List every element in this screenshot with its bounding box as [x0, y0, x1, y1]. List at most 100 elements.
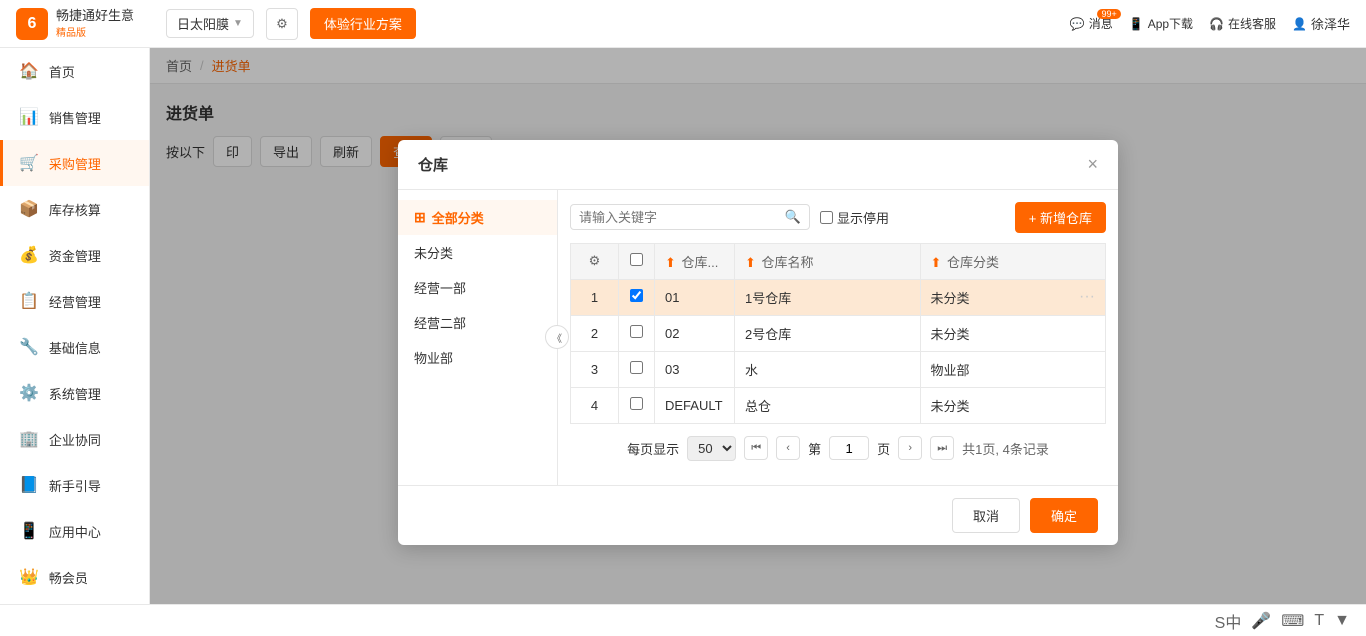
- search-icon: 🔍: [785, 209, 801, 225]
- modal-footer: 取消 确定: [398, 485, 1118, 545]
- table-row[interactable]: 2 02 2号仓库 未分类: [571, 315, 1106, 351]
- sidebar-item-enterprise[interactable]: 🏢 企业协同: [0, 416, 149, 462]
- purchase-icon: 🛒: [19, 153, 39, 173]
- app-icon: 📱: [19, 521, 39, 541]
- row-checkbox[interactable]: [630, 325, 643, 338]
- cat-item-property[interactable]: 物业部: [398, 340, 557, 375]
- row-num: 3: [571, 351, 619, 387]
- sort-name-icon: ⬆: [745, 255, 756, 270]
- row-checkbox-cell: [619, 279, 655, 315]
- sales-icon: 📊: [19, 107, 39, 127]
- finance-icon: 💰: [19, 245, 39, 265]
- row-code: DEFAULT: [655, 387, 735, 423]
- guide-icon: 📘: [19, 475, 39, 495]
- member-icon: 👑: [19, 567, 39, 587]
- operations-icon: 📋: [19, 291, 39, 311]
- modal-title: 仓库: [418, 154, 448, 175]
- page-size-select[interactable]: 50: [687, 436, 736, 461]
- dropdown-arrow-icon: ▼: [233, 18, 243, 29]
- row-checkbox-cell: [619, 387, 655, 423]
- table-row[interactable]: 4 DEFAULT 总仓 未分类: [571, 387, 1106, 423]
- page-number-input[interactable]: [829, 436, 869, 460]
- cat-item-ops1[interactable]: 经营一部: [398, 270, 557, 305]
- row-actions[interactable]: ···: [1079, 288, 1095, 306]
- grid-icon: ⊞: [414, 209, 426, 226]
- bottom-bar: S中 🎤 ⌨ T ▼: [0, 604, 1366, 636]
- user-profile[interactable]: 👤 徐泽华: [1292, 14, 1350, 33]
- sort-cat-icon: ⬆: [931, 255, 942, 270]
- row-checkbox-cell: [619, 351, 655, 387]
- cancel-button[interactable]: 取消: [952, 498, 1020, 533]
- app-download-button[interactable]: 📱 App下载: [1129, 15, 1193, 32]
- table-container: ⚙ ⬆ 仓库...: [570, 243, 1106, 424]
- row-num: 4: [571, 387, 619, 423]
- font-icon[interactable]: T: [1314, 612, 1324, 630]
- inventory-icon: 📦: [19, 199, 39, 219]
- home-icon: 🏠: [19, 61, 39, 81]
- first-page-button[interactable]: ⏮: [744, 436, 768, 460]
- settings-gear-icon[interactable]: ⚙: [266, 8, 298, 40]
- row-checkbox-cell: [619, 315, 655, 351]
- messages-button[interactable]: 💬 消息 99+: [1070, 15, 1113, 32]
- sidebar-item-purchase[interactable]: 🛒 采购管理: [0, 140, 149, 186]
- modal-body: ⊞ 全部分类 未分类 经营一部 经营二部 物业部 《: [398, 190, 1118, 485]
- online-service-button[interactable]: 🎧 在线客服: [1209, 15, 1276, 32]
- sidebar-item-system[interactable]: ⚙️ 系统管理: [0, 370, 149, 416]
- modal-header: 仓库 ×: [398, 140, 1118, 190]
- search-input[interactable]: [579, 210, 785, 225]
- category-sidebar: ⊞ 全部分类 未分类 经营一部 经营二部 物业部 《: [398, 190, 558, 485]
- arrow-down-icon[interactable]: ▼: [1334, 612, 1350, 630]
- system-icon: ⚙️: [19, 383, 39, 403]
- all-categories[interactable]: ⊞ 全部分类: [398, 200, 557, 235]
- show-disabled-label[interactable]: 显示停用: [820, 208, 889, 227]
- sidebar-item-operations[interactable]: 📋 经营管理: [0, 278, 149, 324]
- search-input-wrap: 🔍: [570, 204, 810, 230]
- select-all-checkbox[interactable]: [630, 253, 643, 266]
- collapse-sidebar-button[interactable]: 《: [545, 325, 569, 349]
- col-header-num: ⚙: [571, 243, 619, 279]
- col-header-category[interactable]: ⬆ 仓库分类: [920, 243, 1106, 279]
- sidebar-item-basic[interactable]: 🔧 基础信息: [0, 324, 149, 370]
- prev-page-button[interactable]: ‹: [776, 436, 800, 460]
- col-header-code[interactable]: ⬆ 仓库...: [655, 243, 735, 279]
- logo-icon: 6: [16, 8, 48, 40]
- sort-icon: ⬆: [665, 255, 676, 270]
- modal-main: 🔍 显示停用 + 新增仓库: [558, 190, 1118, 485]
- sidebar-item-member[interactable]: 👑 畅会员: [0, 554, 149, 600]
- modal-close-button[interactable]: ×: [1087, 154, 1098, 175]
- trial-button[interactable]: 体验行业方案: [310, 8, 416, 39]
- warehouse-modal: 仓库 × ⊞ 全部分类 未分类 经营一部 经营二部 物业部: [398, 140, 1118, 545]
- show-disabled-checkbox[interactable]: [820, 211, 833, 224]
- store-selector[interactable]: 日太阳膜 ▼: [166, 9, 254, 38]
- header-right: 💬 消息 99+ 📱 App下载 🎧 在线客服 👤 徐泽华: [1070, 14, 1350, 33]
- row-checkbox[interactable]: [630, 397, 643, 410]
- mic-icon[interactable]: 🎤: [1251, 611, 1271, 631]
- row-code: 02: [655, 315, 735, 351]
- sidebar-item-app[interactable]: 📱 应用中心: [0, 508, 149, 554]
- row-checkbox[interactable]: [630, 289, 643, 302]
- cat-item-ops2[interactable]: 经营二部: [398, 305, 557, 340]
- headset-icon: 🎧: [1209, 17, 1224, 31]
- next-page-button[interactable]: ›: [898, 436, 922, 460]
- cat-item-uncategorized[interactable]: 未分类: [398, 235, 557, 270]
- table-header-row: ⚙ ⬆ 仓库...: [571, 243, 1106, 279]
- keyboard-icon[interactable]: ⌨: [1281, 611, 1304, 631]
- confirm-button[interactable]: 确定: [1030, 498, 1098, 533]
- new-warehouse-button[interactable]: + 新增仓库: [1015, 202, 1106, 233]
- row-category: 未分类: [920, 315, 1106, 351]
- sidebar-item-inventory[interactable]: 📦 库存核算: [0, 186, 149, 232]
- sidebar-item-home[interactable]: 🏠 首页: [0, 48, 149, 94]
- row-checkbox[interactable]: [630, 361, 643, 374]
- sidebar-item-sales[interactable]: 📊 销售管理: [0, 94, 149, 140]
- modal-toolbar: 🔍 显示停用 + 新增仓库: [570, 202, 1106, 233]
- row-num: 1: [571, 279, 619, 315]
- logo-area: 6 畅捷通好生意 精品版: [16, 8, 166, 40]
- sidebar-item-finance[interactable]: 💰 资金管理: [0, 232, 149, 278]
- sidebar-item-guide[interactable]: 📘 新手引导: [0, 462, 149, 508]
- last-page-button[interactable]: ⏭: [930, 436, 954, 460]
- table-row[interactable]: 1 01 1号仓库 未分类···: [571, 279, 1106, 315]
- col-header-name[interactable]: ⬆ 仓库名称: [735, 243, 921, 279]
- row-name: 1号仓库: [735, 279, 921, 315]
- ime-icon[interactable]: S中: [1215, 609, 1242, 633]
- table-row[interactable]: 3 03 水 物业部: [571, 351, 1106, 387]
